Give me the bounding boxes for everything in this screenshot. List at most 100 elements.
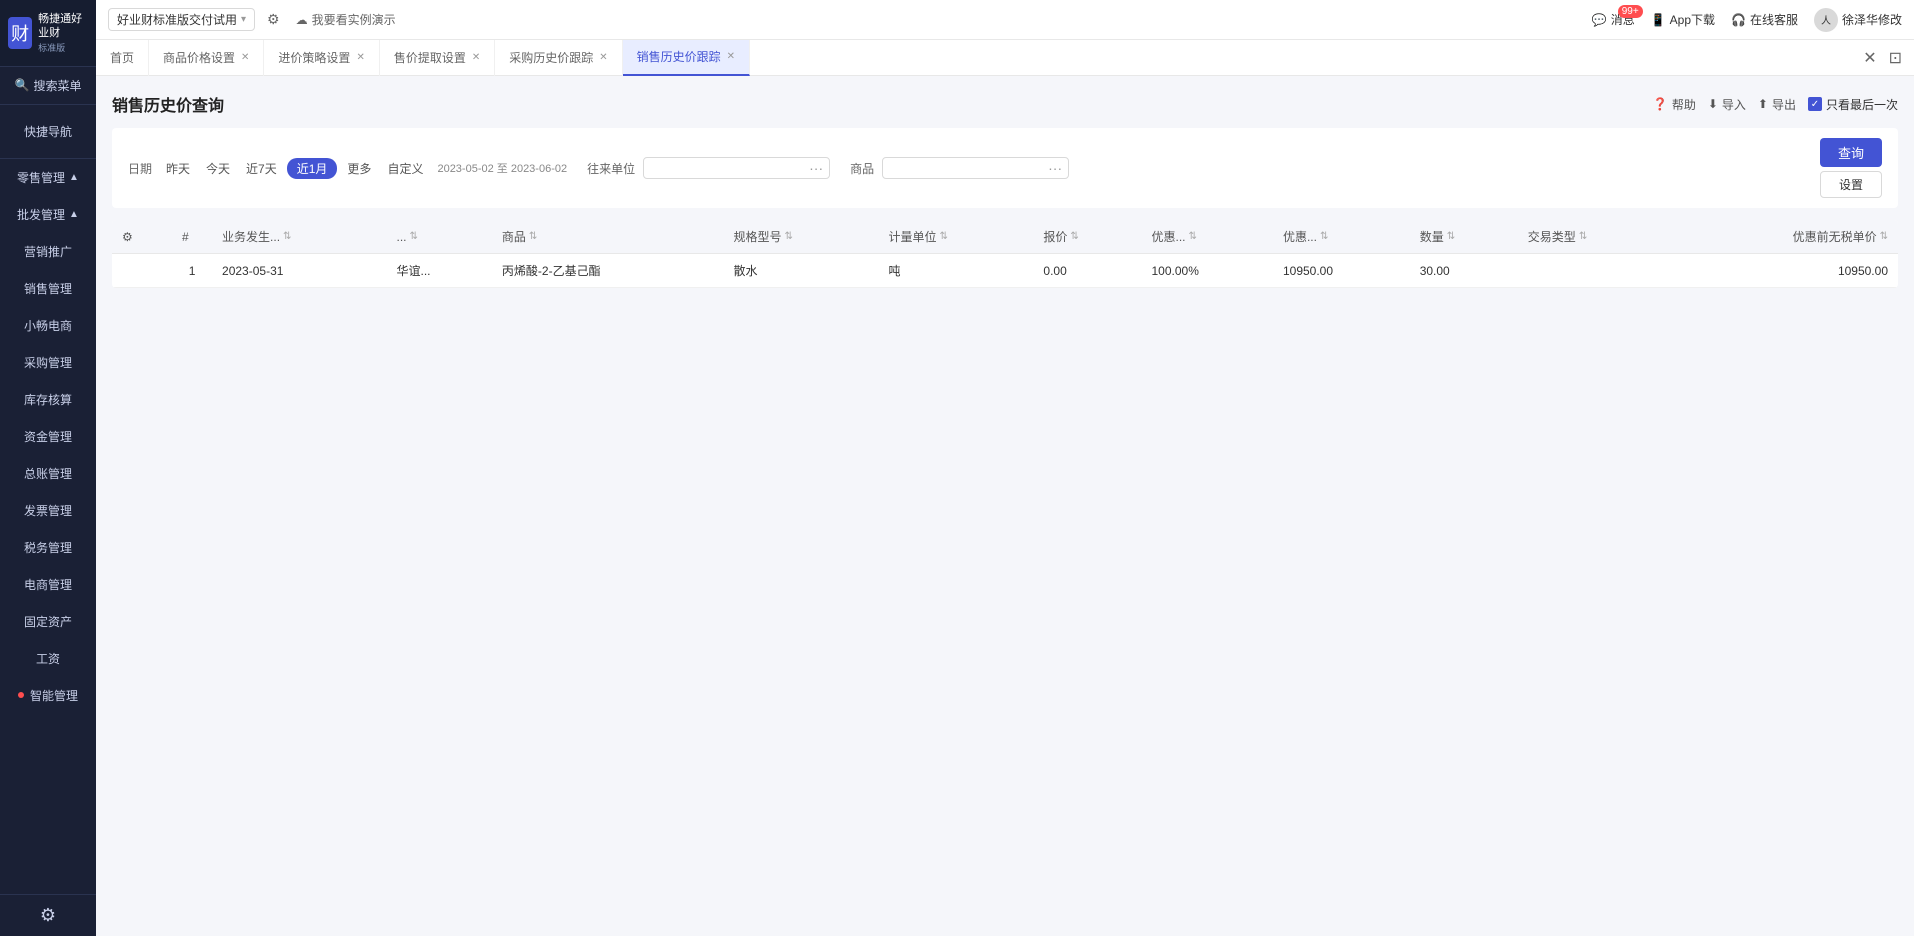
cell-spec: 散水 bbox=[723, 254, 878, 288]
tab-close-icon[interactable]: ✕ bbox=[241, 52, 249, 63]
cell-price: 0.00 bbox=[1033, 254, 1141, 288]
sidebar-item-sales[interactable]: 销售管理 bbox=[0, 270, 96, 307]
tab-purchase-history[interactable]: 采购历史价跟踪 ✕ bbox=[495, 40, 622, 76]
product-input[interactable] bbox=[889, 161, 1044, 175]
settings-icon[interactable]: ⚙ bbox=[40, 905, 56, 926]
sidebar-item-marketing[interactable]: 营销推广 bbox=[0, 233, 96, 270]
customer-input[interactable] bbox=[650, 161, 805, 175]
date-option-custom[interactable]: 自定义 bbox=[381, 158, 429, 179]
sort-icon: ⇅ bbox=[1070, 231, 1078, 242]
sidebar-item-inventory[interactable]: 库存核算 bbox=[0, 381, 96, 418]
tab-close-icon[interactable]: ✕ bbox=[356, 52, 364, 63]
demo-link[interactable]: ☁ 我要看实例演示 bbox=[296, 11, 396, 28]
th-price[interactable]: 报价 ⇅ bbox=[1033, 220, 1141, 254]
tab-close-icon[interactable]: ✕ bbox=[599, 52, 607, 63]
tab-label: 售价提取设置 bbox=[394, 49, 466, 66]
tab-home[interactable]: 首页 bbox=[96, 40, 149, 76]
sidebar-item-label: 电商管理 bbox=[24, 576, 72, 593]
topbar: 好业财标准版交付试用 ▾ ⚙ ☁ 我要看实例演示 💬 消息 99+ 📱 App下… bbox=[96, 0, 1914, 40]
query-button[interactable]: 查询 bbox=[1820, 138, 1882, 167]
th-discount1[interactable]: 优惠... ⇅ bbox=[1142, 220, 1273, 254]
th-pretax-price[interactable]: 优惠前无税单价 ⇅ bbox=[1673, 220, 1898, 254]
th-spec[interactable]: 规格型号 ⇅ bbox=[723, 220, 878, 254]
sidebar-item-label: 工资 bbox=[36, 650, 60, 667]
sidebar-item-invoice[interactable]: 发票管理 bbox=[0, 492, 96, 529]
topbar-gear-icon[interactable]: ⚙ bbox=[263, 11, 284, 28]
th-unit-label: 计量单位 bbox=[888, 228, 936, 245]
sidebar-item-quick-nav[interactable]: 快捷导航 bbox=[0, 113, 96, 150]
service-button[interactable]: 🎧 在线客服 bbox=[1731, 11, 1798, 28]
message-badge: 99+ bbox=[1618, 5, 1643, 18]
import-label: 导入 bbox=[1722, 96, 1746, 113]
date-option-more[interactable]: 更多 bbox=[341, 158, 377, 179]
sidebar-item-salary[interactable]: 工资 bbox=[0, 640, 96, 677]
th-unit[interactable]: 计量单位 ⇅ bbox=[878, 220, 1033, 254]
table-row: 1 2023-05-31 华谊... 丙烯酸-2-乙基己酯 散水 吨 0.00 … bbox=[112, 254, 1898, 288]
close-window-icon[interactable]: ✕ bbox=[1859, 44, 1880, 72]
message-button[interactable]: 💬 消息 99+ bbox=[1592, 11, 1635, 28]
date-option-last1m[interactable]: 近1月 bbox=[287, 158, 338, 179]
last-only-checkbox[interactable] bbox=[1808, 97, 1822, 111]
import-icon: ⬇ bbox=[1708, 97, 1718, 111]
help-action[interactable]: ❓ 帮助 bbox=[1653, 96, 1696, 113]
sidebar-item-finance[interactable]: 资金管理 bbox=[0, 418, 96, 455]
help-label: 帮助 bbox=[1672, 96, 1696, 113]
date-option-yesterday[interactable]: 昨天 bbox=[160, 158, 196, 179]
th-more[interactable]: ... ⇅ bbox=[387, 220, 492, 254]
cloud-icon: ☁ bbox=[296, 13, 308, 27]
sidebar-item-tax[interactable]: 税务管理 bbox=[0, 529, 96, 566]
date-range-text: 2023-05-02 至 2023-06-02 bbox=[437, 160, 567, 176]
th-trade-type[interactable]: 交易类型 ⇅ bbox=[1518, 220, 1673, 254]
app-download-button[interactable]: 📱 App下载 bbox=[1651, 11, 1715, 28]
sidebar-item-retail[interactable]: 零售管理 ▲ bbox=[0, 159, 96, 196]
sidebar-search[interactable]: 🔍 搜索菜单 bbox=[0, 67, 96, 105]
sidebar-item-ecom[interactable]: 电商管理 bbox=[0, 566, 96, 603]
tab-close-icon[interactable]: ✕ bbox=[727, 51, 735, 62]
product-select[interactable]: 好业财标准版交付试用 ▾ bbox=[108, 8, 255, 31]
last-only-checkbox-label[interactable]: 只看最后一次 bbox=[1808, 96, 1898, 113]
export-action[interactable]: ⬆ 导出 bbox=[1758, 96, 1796, 113]
maximize-icon[interactable]: ⊡ bbox=[1885, 44, 1906, 72]
sidebar-item-label: 总账管理 bbox=[24, 465, 72, 482]
product-label: 商品 bbox=[850, 160, 874, 177]
sidebar-item-label: 税务管理 bbox=[24, 539, 72, 556]
date-option-today[interactable]: 今天 bbox=[200, 158, 236, 179]
sidebar-item-ecom-xch[interactable]: 小畅电商 bbox=[0, 307, 96, 344]
sidebar-item-purchase[interactable]: 采购管理 bbox=[0, 344, 96, 381]
sidebar-item-label: 营销推广 bbox=[24, 243, 72, 260]
topbar-right: 💬 消息 99+ 📱 App下载 🎧 在线客服 人 徐泽华修改 bbox=[1592, 8, 1902, 32]
sidebar-item-label: 快捷导航 bbox=[24, 123, 72, 140]
th-gear[interactable]: ⚙ bbox=[112, 220, 172, 254]
sidebar-item-wholesale[interactable]: 批发管理 ▲ bbox=[0, 196, 96, 233]
th-more-label: ... bbox=[397, 230, 407, 244]
import-action[interactable]: ⬇ 导入 bbox=[1708, 96, 1746, 113]
product-dots[interactable]: ··· bbox=[1048, 160, 1062, 176]
date-option-last7[interactable]: 近7天 bbox=[240, 158, 283, 179]
cell-date: 2023-05-31 bbox=[212, 254, 386, 288]
sidebar-item-ledger[interactable]: 总账管理 bbox=[0, 455, 96, 492]
sidebar: 财 畅捷通好业财 标准版 🔍 搜索菜单 快捷导航 零售管理 ▲ 批发管理 ▲ 营… bbox=[0, 0, 96, 936]
th-qty[interactable]: 数量 ⇅ bbox=[1410, 220, 1518, 254]
data-table-container: ⚙ # 业务发生... ⇅ ... ⇅ bbox=[112, 220, 1898, 288]
sidebar-item-assets[interactable]: 固定资产 bbox=[0, 603, 96, 640]
tab-purchase-strategy[interactable]: 进价策略设置 ✕ bbox=[264, 40, 379, 76]
sort-icon: ⇅ bbox=[1447, 231, 1455, 242]
sidebar-item-smart[interactable]: 智能管理 bbox=[0, 677, 96, 714]
avatar: 人 bbox=[1814, 8, 1838, 32]
tab-label: 首页 bbox=[110, 49, 134, 66]
customer-filter-group: 往来单位 ··· bbox=[587, 157, 830, 179]
filter-settings-button[interactable]: 设置 bbox=[1820, 171, 1882, 198]
th-date[interactable]: 业务发生... ⇅ bbox=[212, 220, 386, 254]
sidebar-quick-nav: 快捷导航 bbox=[0, 105, 96, 159]
tab-sale-extract[interactable]: 售价提取设置 ✕ bbox=[380, 40, 495, 76]
sidebar-item-label: 采购管理 bbox=[24, 354, 72, 371]
tab-price-settings[interactable]: 商品价格设置 ✕ bbox=[149, 40, 264, 76]
th-product[interactable]: 商品 ⇅ bbox=[492, 220, 724, 254]
th-discount2[interactable]: 优惠... ⇅ bbox=[1273, 220, 1410, 254]
user-menu[interactable]: 人 徐泽华修改 bbox=[1814, 8, 1902, 32]
main-content: 好业财标准版交付试用 ▾ ⚙ ☁ 我要看实例演示 💬 消息 99+ 📱 App下… bbox=[96, 0, 1914, 936]
tab-sale-history[interactable]: 销售历史价跟踪 ✕ bbox=[623, 40, 750, 76]
tab-label: 销售历史价跟踪 bbox=[637, 48, 721, 65]
customer-dots[interactable]: ··· bbox=[809, 160, 823, 176]
tab-close-icon[interactable]: ✕ bbox=[472, 52, 480, 63]
